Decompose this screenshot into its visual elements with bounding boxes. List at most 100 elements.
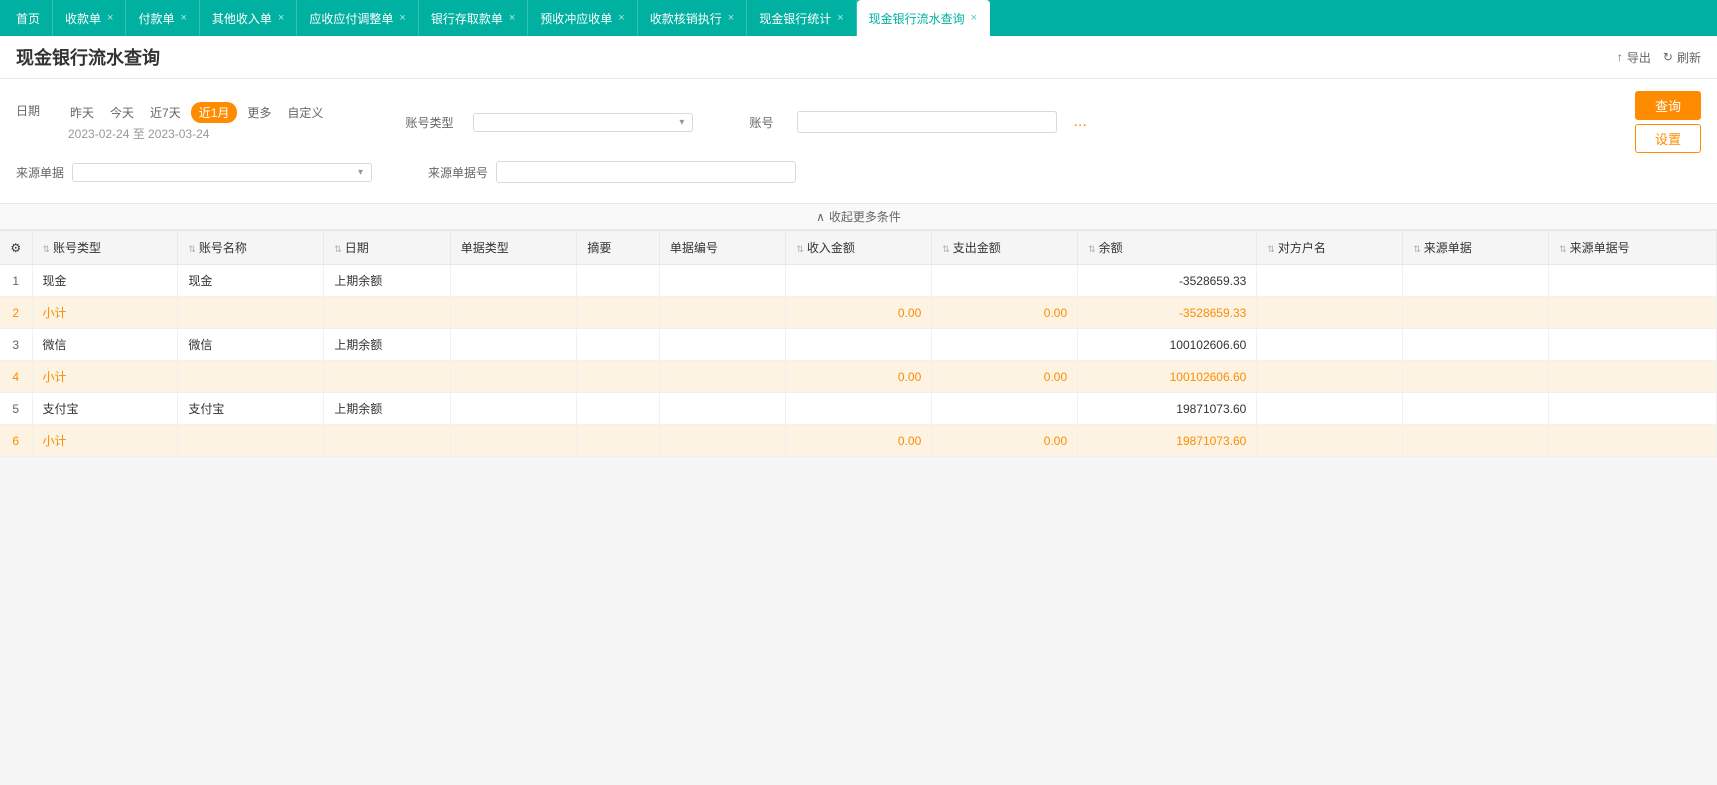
cell-doc-type [450,425,577,457]
nav-item-cash-flow-query[interactable]: 现金银行流水查询× [857,0,990,36]
refresh-button[interactable]: ↻ 刷新 [1663,49,1701,66]
cell-counter-name [1257,425,1403,457]
col-header-balance[interactable]: ⇅余额 [1078,231,1257,265]
account-label: 账号 [749,114,789,131]
table-row: 6小计0.000.0019871073.60 [0,425,1717,457]
nav-item-payment[interactable]: 付款单× [126,0,199,36]
cell-date: 上期余额 [324,393,451,425]
query-button[interactable]: 查询 [1635,91,1701,120]
collapse-bar: ∧ 收起更多条件 [0,204,1717,230]
close-icon[interactable]: × [728,12,734,24]
table-container: ⚙⇅账号类型⇅账号名称⇅日期单据类型摘要单据编号⇅收入金额⇅支出金额⇅余额⇅对方… [0,230,1717,457]
close-icon[interactable]: × [107,12,113,24]
cell-balance: -3528659.33 [1078,265,1257,297]
date-option[interactable]: 今天 [104,102,140,123]
date-option[interactable]: 近7天 [144,102,187,123]
cell-account-type: 现金 [32,265,178,297]
nav-item-cash-bank-stat[interactable]: 现金银行统计× [747,0,856,36]
cell-account-type: 小计 [32,297,178,329]
table-row: 3微信微信上期余额100102606.60 [0,329,1717,361]
nav-item-ar-ap-adjust[interactable]: 应收应付调整单× [297,0,418,36]
account-dots[interactable]: ... [1073,113,1086,131]
date-filter-group: 日期 昨天今天近7天近1月更多自定义 2023-02-24 至 2023-03-… [16,102,329,142]
table-row: 1现金现金上期余额-3528659.33 [0,265,1717,297]
source-doc-no-input[interactable] [496,161,796,183]
table-row: 4小计0.000.00100102606.60 [0,361,1717,393]
col-header-counter-name[interactable]: ⇅对方户名 [1257,231,1403,265]
header-actions: ↑ 导出 ↻ 刷新 [1617,49,1701,66]
source-doc-select[interactable]: ▾ [72,163,372,182]
gear-icon[interactable]: ⚙ [10,241,21,255]
cell-summary [577,297,660,329]
cell-expense [932,393,1078,425]
sort-arrows-icon: ⇅ [334,244,342,254]
close-icon[interactable]: × [399,12,405,24]
date-option[interactable]: 昨天 [64,102,100,123]
col-header-expense[interactable]: ⇅支出金额 [932,231,1078,265]
close-icon[interactable]: × [618,12,624,24]
col-header-account-name[interactable]: ⇅账号名称 [178,231,324,265]
col-header-doc-no: 单据编号 [659,231,786,265]
cell-date: 上期余额 [324,265,451,297]
sort-arrows-icon: ⇅ [1559,244,1567,254]
cell-balance: 19871073.60 [1078,425,1257,457]
nav-item-write-off[interactable]: 收款核销执行× [638,0,747,36]
col-header-date[interactable]: ⇅日期 [324,231,451,265]
cell-doc-no [659,329,786,361]
close-icon[interactable]: × [180,12,186,24]
action-buttons: 查询 设置 [1635,91,1701,153]
cell-balance: 19871073.60 [1078,393,1257,425]
cell-summary [577,425,660,457]
cell-account-name [178,297,324,329]
export-button[interactable]: ↑ 导出 [1617,49,1651,66]
cell-source-doc [1403,297,1549,329]
collapse-icon: ∧ [816,210,825,224]
date-option[interactable]: 自定义 [281,102,329,123]
cell-source-doc [1403,329,1549,361]
export-icon: ↑ [1617,50,1623,64]
close-icon[interactable]: × [837,12,843,24]
nav-item-other-income[interactable]: 其他收入单× [200,0,297,36]
table-body: 1现金现金上期余额-3528659.332小计0.000.00-3528659.… [0,265,1717,457]
date-option[interactable]: 近1月 [191,102,238,123]
settings-button[interactable]: 设置 [1635,124,1701,153]
cell-expense: 0.00 [932,425,1078,457]
cell-account-type: 支付宝 [32,393,178,425]
cell-doc-no [659,393,786,425]
cell-counter-name [1257,265,1403,297]
collapse-button[interactable]: ∧ 收起更多条件 [816,208,901,225]
header-row: ⚙⇅账号类型⇅账号名称⇅日期单据类型摘要单据编号⇅收入金额⇅支出金额⇅余额⇅对方… [0,231,1717,265]
col-header-summary: 摘要 [577,231,660,265]
nav-item-advance-offset[interactable]: 预收冲应收单× [528,0,637,36]
source-doc-no-label: 来源单据号 [428,164,488,181]
col-header-source-doc-no[interactable]: ⇅来源单据号 [1549,231,1717,265]
col-header-source-doc[interactable]: ⇅来源单据 [1403,231,1549,265]
table-row: 2小计0.000.00-3528659.33 [0,297,1717,329]
nav-item-receipt[interactable]: 收款单× [53,0,126,36]
cell-doc-type [450,265,577,297]
cell-doc-type [450,329,577,361]
date-options: 昨天今天近7天近1月更多自定义 [64,102,329,123]
cell-account-name [178,425,324,457]
cell-doc-type [450,361,577,393]
sort-arrows-icon: ⇅ [796,244,804,254]
nav-item-home[interactable]: 首页 [4,0,53,36]
account-type-select[interactable]: ▾ [473,113,693,132]
col-header-income[interactable]: ⇅收入金额 [786,231,932,265]
col-header-account-type[interactable]: ⇅账号类型 [32,231,178,265]
cell-summary [577,329,660,361]
cell-account-name [178,361,324,393]
account-input[interactable] [797,111,1057,133]
filter-row-2: 来源单据 ▾ 来源单据号 [16,161,1701,183]
close-icon[interactable]: × [509,12,515,24]
cell-account-type: 微信 [32,329,178,361]
nav-item-bank-deposit[interactable]: 银行存取款单× [419,0,528,36]
sort-arrows-icon: ⇅ [1088,244,1096,254]
close-icon[interactable]: × [971,12,977,24]
page-header: 现金银行流水查询 ↑ 导出 ↻ 刷新 [0,36,1717,79]
cell-doc-no [659,425,786,457]
cell-income: 0.00 [786,297,932,329]
close-icon[interactable]: × [278,12,284,24]
cell-doc-type [450,297,577,329]
date-option[interactable]: 更多 [241,102,277,123]
